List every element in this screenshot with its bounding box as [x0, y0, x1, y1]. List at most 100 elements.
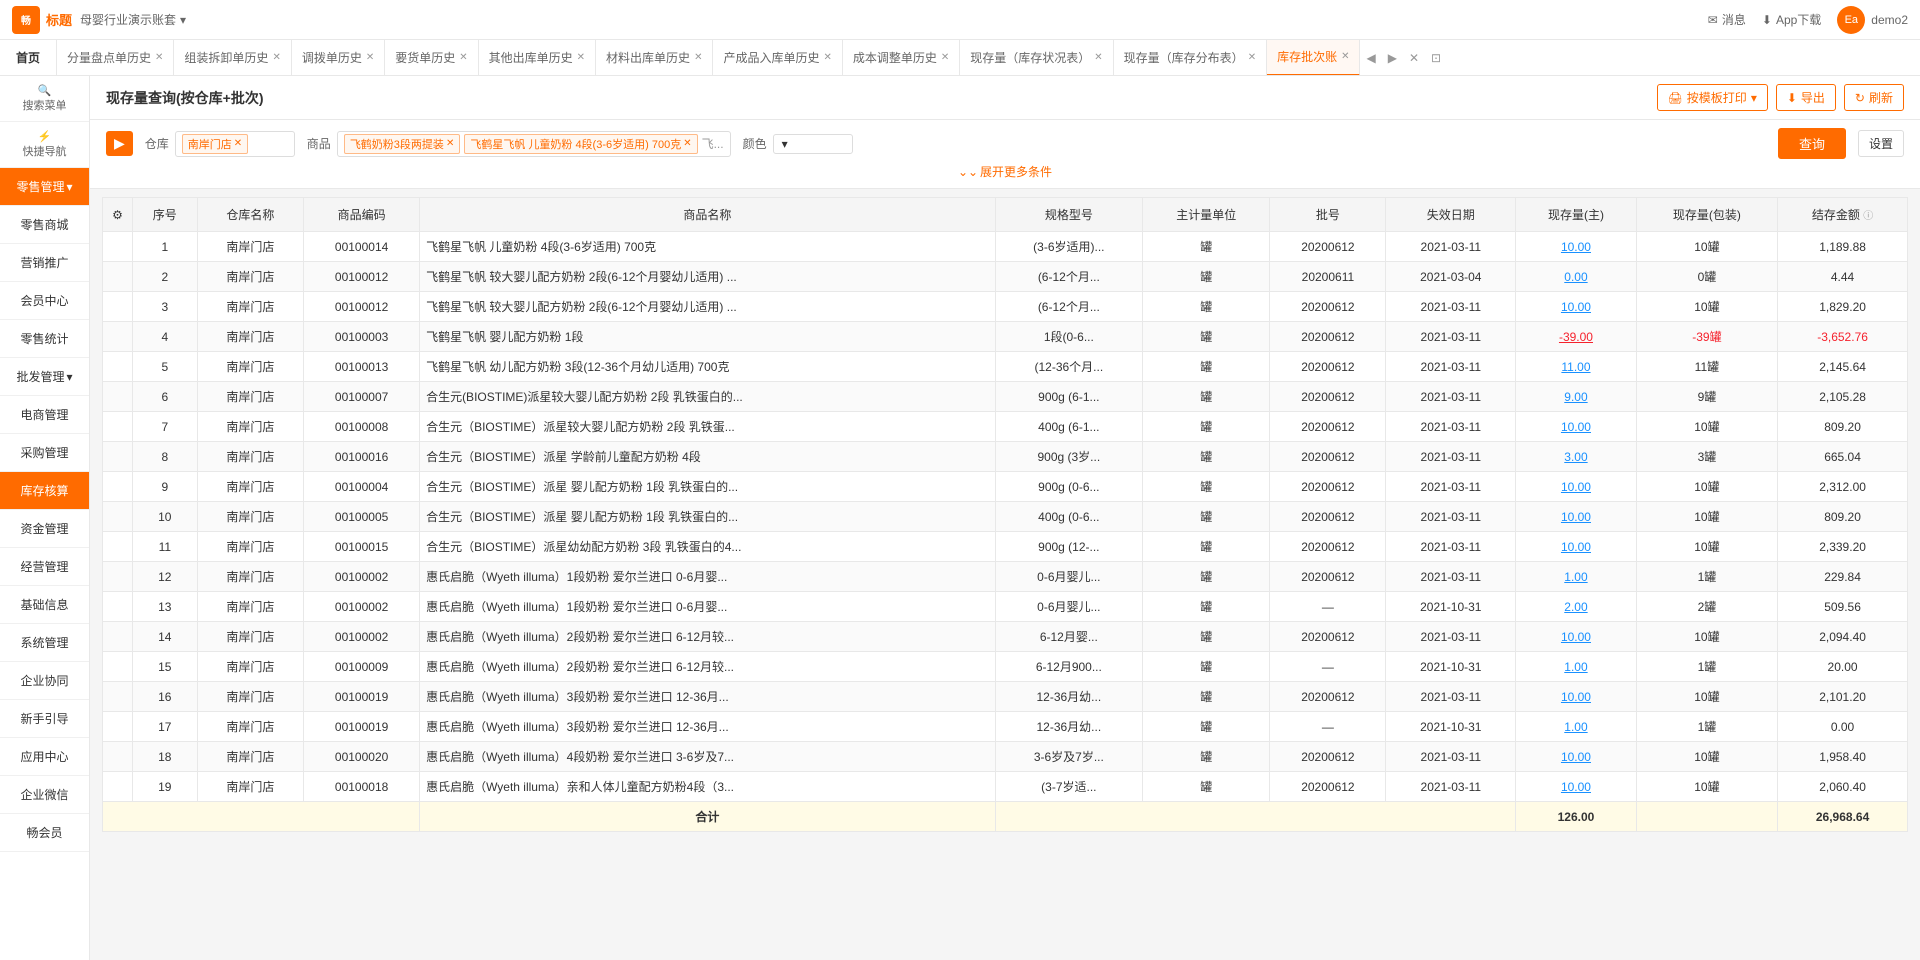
- tab-cost-adjust[interactable]: 成本调整单历史 ✕: [843, 40, 960, 76]
- top-bar-right: ✉ 消息 ⬇ App下载 Ea demo2: [1708, 6, 1908, 34]
- product-tag-group[interactable]: 飞鹤奶粉3段两提装 ✕ 飞鹤星飞帆 儿童奶粉 4段(3-6岁适用) 700克 ✕…: [337, 131, 731, 157]
- cell-current-qty[interactable]: 10.00: [1516, 472, 1636, 502]
- expand-label: 展开更多条件: [980, 163, 1052, 180]
- sidebar-item-wechat[interactable]: 企业微信: [0, 776, 89, 814]
- cell-current-qty[interactable]: 10.00: [1516, 502, 1636, 532]
- sidebar-item-purchase[interactable]: 采购管理: [0, 434, 89, 472]
- tab-home[interactable]: 首页: [0, 40, 57, 76]
- top-bar: 畅 标题 母婴行业演示账套 ▾ ✉ 消息 ⬇ App下载 Ea demo2: [0, 0, 1920, 40]
- info-icon: ⓘ: [1863, 211, 1873, 222]
- cell-current-qty[interactable]: 10.00: [1516, 412, 1636, 442]
- user-info[interactable]: Ea demo2: [1837, 6, 1908, 34]
- cell-current-qty[interactable]: 10.00: [1516, 772, 1636, 802]
- cell-index: 11: [133, 532, 198, 562]
- tab-label: 其他出库单历史: [489, 49, 573, 66]
- cell-current-qty[interactable]: 11.00: [1516, 352, 1636, 382]
- tab-close[interactable]: ✕: [1094, 52, 1102, 63]
- tab-disassemble[interactable]: 组装拆卸单历史 ✕: [174, 40, 291, 76]
- tab-close[interactable]: ✕: [272, 52, 280, 63]
- sidebar-item-inventory[interactable]: 库存核算: [0, 472, 89, 510]
- sidebar-item-wholesale[interactable]: 批发管理 ▾: [0, 358, 89, 396]
- tab-close-all[interactable]: ✕: [1403, 40, 1425, 76]
- cell-batch: —: [1270, 592, 1386, 622]
- cell-current-qty[interactable]: 3.00: [1516, 442, 1636, 472]
- tab-close[interactable]: ✕: [366, 52, 374, 63]
- query-btn[interactable]: 查询: [1778, 128, 1846, 159]
- tab-nav-prev[interactable]: ◀: [1360, 40, 1381, 76]
- col-settings[interactable]: ⚙: [103, 198, 133, 232]
- sidebar-item-enterprise[interactable]: 企业协同: [0, 662, 89, 700]
- tab-require[interactable]: 要货单历史 ✕: [385, 40, 478, 76]
- product-tag-remove-2[interactable]: ✕: [683, 138, 691, 149]
- color-select[interactable]: ▾: [773, 134, 853, 154]
- sidebar-item-retail-mall[interactable]: 零售商城: [0, 206, 89, 244]
- app-download-btn[interactable]: ⬇ App下载: [1762, 11, 1821, 28]
- cell-current-qty[interactable]: 1.00: [1516, 562, 1636, 592]
- settings-btn[interactable]: 设置: [1858, 130, 1904, 157]
- tab-close[interactable]: ✕: [1248, 52, 1256, 63]
- tab-close[interactable]: ✕: [155, 52, 163, 63]
- tab-close[interactable]: ✕: [1341, 51, 1349, 62]
- sidebar-quick-nav[interactable]: ⚡ 快捷导航: [0, 122, 89, 168]
- tab-maximize[interactable]: ⊡: [1425, 40, 1447, 76]
- warehouse-tag-group[interactable]: 南岸门店 ✕: [175, 131, 295, 157]
- export-label: 导出: [1801, 89, 1825, 106]
- sidebar-search[interactable]: 🔍 搜索菜单: [0, 76, 89, 122]
- tab-close[interactable]: ✕: [694, 52, 702, 63]
- tab-close[interactable]: ✕: [823, 52, 831, 63]
- product-tag-remove-1[interactable]: ✕: [446, 138, 454, 149]
- cell-product-code: 00100012: [304, 262, 420, 292]
- cell-current-qty[interactable]: 0.00: [1516, 262, 1636, 292]
- breadcrumb-select[interactable]: 母婴行业演示账套 ▾: [80, 11, 186, 28]
- expand-more-btn[interactable]: ⌄⌄ 展开更多条件: [958, 163, 1052, 180]
- tab-material-out[interactable]: 材料出库单历史 ✕: [596, 40, 713, 76]
- tab-nav-next[interactable]: ▶: [1382, 40, 1403, 76]
- tab-close[interactable]: ✕: [941, 52, 949, 63]
- sidebar-item-retail-stats[interactable]: 零售统计: [0, 320, 89, 358]
- sidebar-item-marketing[interactable]: 营销推广: [0, 244, 89, 282]
- cell-current-qty[interactable]: 10.00: [1516, 292, 1636, 322]
- sidebar-item-app-center[interactable]: 应用中心: [0, 738, 89, 776]
- sidebar-item-system[interactable]: 系统管理: [0, 624, 89, 662]
- sidebar-item-ecommerce[interactable]: 电商管理: [0, 396, 89, 434]
- tab-batch-voucher[interactable]: 库存批次账 ✕: [1267, 40, 1360, 76]
- cell-current-qty[interactable]: 10.00: [1516, 682, 1636, 712]
- sidebar-item-base-info[interactable]: 基础信息: [0, 586, 89, 624]
- cell-current-qty[interactable]: 10.00: [1516, 532, 1636, 562]
- cell-product-name: 惠氏启脆（Wyeth illuma）3段奶粉 爱尔兰进口 12-36月...: [420, 712, 996, 742]
- tab-close[interactable]: ✕: [459, 52, 467, 63]
- sidebar-item-member[interactable]: 会员中心: [0, 282, 89, 320]
- sidebar-item-operation[interactable]: 经营管理: [0, 548, 89, 586]
- settings-icon[interactable]: ⚙: [112, 208, 123, 222]
- cell-current-qty[interactable]: 9.00: [1516, 382, 1636, 412]
- tab-product-in[interactable]: 产成品入库单历史 ✕: [713, 40, 842, 76]
- cell-warehouse: 南岸门店: [197, 532, 304, 562]
- tab-split-stock[interactable]: 分量盘点单历史 ✕: [57, 40, 174, 76]
- cell-current-qty[interactable]: 10.00: [1516, 232, 1636, 262]
- export-btn[interactable]: ⬇ 导出: [1776, 84, 1836, 111]
- cell-warehouse: 南岸门店: [197, 472, 304, 502]
- cell-warehouse: 南岸门店: [197, 562, 304, 592]
- tab-close[interactable]: ✕: [577, 52, 585, 63]
- sidebar-item-finance[interactable]: 资金管理: [0, 510, 89, 548]
- sidebar-item-retail[interactable]: 零售管理 ▾: [0, 168, 89, 206]
- cell-current-qty[interactable]: 2.00: [1516, 592, 1636, 622]
- sidebar-item-member-card[interactable]: 畅会员: [0, 814, 89, 852]
- cell-current-qty[interactable]: 1.00: [1516, 712, 1636, 742]
- expand-row: ⌄⌄ 展开更多条件: [106, 159, 1904, 180]
- tab-inventory-status[interactable]: 现存量（库存状况表） ✕: [960, 40, 1113, 76]
- warehouse-tag-remove[interactable]: ✕: [234, 138, 242, 149]
- cell-current-qty[interactable]: 1.00: [1516, 652, 1636, 682]
- cell-current-qty[interactable]: 10.00: [1516, 622, 1636, 652]
- refresh-btn[interactable]: ↻ 刷新: [1844, 84, 1904, 111]
- tab-transfer[interactable]: 调拨单历史 ✕: [292, 40, 385, 76]
- message-btn[interactable]: ✉ 消息: [1708, 11, 1746, 28]
- tab-inventory-dist[interactable]: 现存量（库存分布表） ✕: [1114, 40, 1267, 76]
- template-print-btn[interactable]: 🖨 按模板打印 ▾: [1657, 84, 1768, 111]
- cell-current-qty[interactable]: 10.00: [1516, 742, 1636, 772]
- sidebar-item-new-guide[interactable]: 新手引导: [0, 700, 89, 738]
- tab-label: 要货单历史: [395, 49, 455, 66]
- tab-other-out[interactable]: 其他出库单历史 ✕: [479, 40, 596, 76]
- filter-expand-btn[interactable]: ▶: [106, 131, 133, 156]
- cell-current-qty[interactable]: -39.00: [1516, 322, 1636, 352]
